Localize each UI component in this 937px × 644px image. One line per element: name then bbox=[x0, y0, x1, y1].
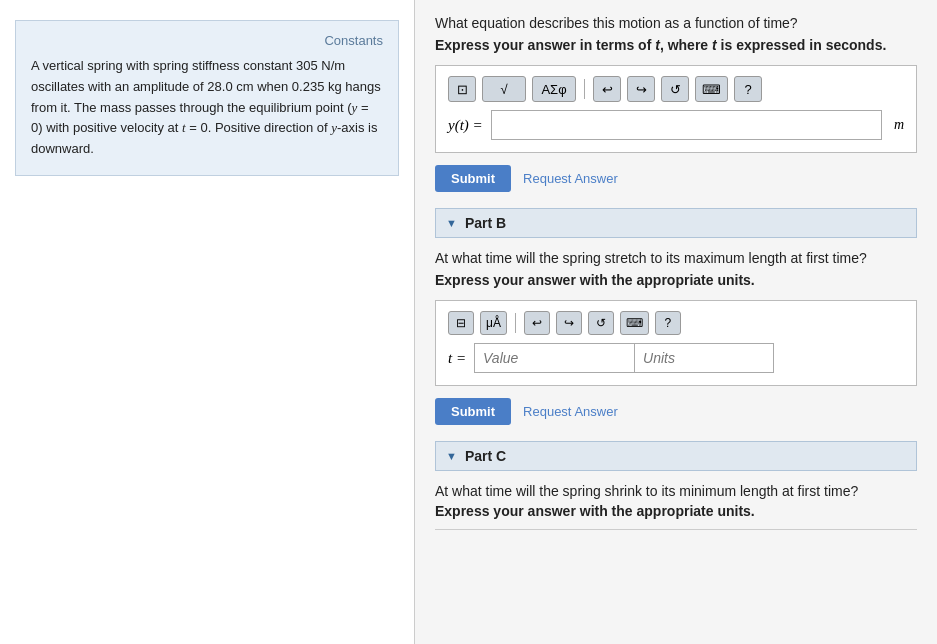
part-a-express: Express your answer in terms of t, where… bbox=[435, 37, 917, 53]
right-panel: What equation describes this motion as a… bbox=[415, 0, 937, 644]
redo-icon: ↪ bbox=[636, 82, 647, 97]
part-b-undo-button[interactable]: ↩ bbox=[524, 311, 550, 335]
part-b-keyboard-icon: ⌨ bbox=[626, 316, 643, 330]
part-b-sep-1 bbox=[515, 313, 516, 333]
part-b-refresh-icon: ↺ bbox=[596, 316, 606, 330]
part-b-actions: Submit Request Answer bbox=[435, 398, 917, 425]
part-b-split-inputs bbox=[474, 343, 774, 373]
toolbar-sep-1 bbox=[584, 79, 585, 99]
part-b-units-input[interactable] bbox=[634, 343, 774, 373]
redo-button[interactable]: ↪ bbox=[627, 76, 655, 102]
symbol-button[interactable]: ΑΣφ bbox=[532, 76, 576, 102]
part-b-matrix-icon: ⊟ bbox=[456, 316, 466, 330]
help-icon: ? bbox=[744, 82, 751, 97]
part-c-section: At what time will the spring shrink to i… bbox=[435, 483, 917, 530]
part-a-input-row: y(t) = m bbox=[448, 110, 904, 140]
keyboard-button[interactable]: ⌨ bbox=[695, 76, 728, 102]
sqrt-button[interactable]: √ bbox=[482, 76, 526, 102]
constants-title: Constants bbox=[31, 33, 383, 48]
part-b-redo-button[interactable]: ↪ bbox=[556, 311, 582, 335]
part-b-question: At what time will the spring stretch to … bbox=[435, 250, 917, 266]
part-c-express: Express your answer with the appropriate… bbox=[435, 503, 917, 519]
part-a-input[interactable] bbox=[491, 110, 882, 140]
part-a-eq-label: y(t) = bbox=[448, 117, 483, 134]
part-b-refresh-button[interactable]: ↺ bbox=[588, 311, 614, 335]
part-a-actions: Submit Request Answer bbox=[435, 165, 917, 192]
part-c-title: Part C bbox=[465, 448, 506, 464]
part-b-eq-label: t = bbox=[448, 350, 466, 367]
part-b-request[interactable]: Request Answer bbox=[523, 404, 618, 419]
part-b-toolbar: ⊟ μÅ ↩ ↪ ↺ ⌨ ? bbox=[448, 311, 904, 335]
constants-box: Constants A vertical spring with spring … bbox=[15, 20, 399, 176]
part-c-header[interactable]: ▼ Part C bbox=[435, 441, 917, 471]
part-b-redo-icon: ↪ bbox=[564, 316, 574, 330]
part-a-toolbar: ⊡ √ ΑΣφ ↩ ↪ ↺ ⌨ ? bbox=[448, 76, 904, 102]
part-b-help-icon: ? bbox=[665, 316, 672, 330]
part-c-question: At what time will the spring shrink to i… bbox=[435, 483, 917, 499]
matrix-button[interactable]: ⊡ bbox=[448, 76, 476, 102]
help-button[interactable]: ? bbox=[734, 76, 762, 102]
part-b-value-input[interactable] bbox=[474, 343, 634, 373]
part-b-help-button[interactable]: ? bbox=[655, 311, 681, 335]
part-b-keyboard-button[interactable]: ⌨ bbox=[620, 311, 649, 335]
part-b-mu-icon: μÅ bbox=[486, 316, 501, 330]
part-a-unit: m bbox=[894, 117, 904, 133]
matrix-icon: ⊡ bbox=[457, 82, 468, 97]
part-c-bottom-line bbox=[435, 529, 917, 530]
part-a-question: What equation describes this motion as a… bbox=[435, 15, 917, 31]
undo-button[interactable]: ↩ bbox=[593, 76, 621, 102]
part-c-arrow: ▼ bbox=[446, 450, 457, 462]
undo-icon: ↩ bbox=[602, 82, 613, 97]
part-a-request[interactable]: Request Answer bbox=[523, 171, 618, 186]
part-b-input-row: t = bbox=[448, 343, 904, 373]
part-b-title: Part B bbox=[465, 215, 506, 231]
part-a-answer-container: ⊡ √ ΑΣφ ↩ ↪ ↺ ⌨ ? bbox=[435, 65, 917, 153]
part-b-express: Express your answer with the appropriate… bbox=[435, 272, 917, 288]
symbol-icon: ΑΣφ bbox=[541, 82, 566, 97]
part-b-mu-button[interactable]: μÅ bbox=[480, 311, 507, 335]
part-b-submit[interactable]: Submit bbox=[435, 398, 511, 425]
part-b-answer-container: ⊟ μÅ ↩ ↪ ↺ ⌨ ? t = bbox=[435, 300, 917, 386]
refresh-icon: ↺ bbox=[670, 82, 681, 97]
part-b-arrow: ▼ bbox=[446, 217, 457, 229]
part-b-matrix-button[interactable]: ⊟ bbox=[448, 311, 474, 335]
keyboard-icon: ⌨ bbox=[702, 82, 721, 97]
left-panel: Constants A vertical spring with spring … bbox=[0, 0, 415, 644]
sqrt-icon: √ bbox=[500, 82, 507, 97]
refresh-button[interactable]: ↺ bbox=[661, 76, 689, 102]
part-a-submit[interactable]: Submit bbox=[435, 165, 511, 192]
problem-text: A vertical spring with spring stiffness … bbox=[31, 56, 383, 160]
part-b-undo-icon: ↩ bbox=[532, 316, 542, 330]
part-b-header[interactable]: ▼ Part B bbox=[435, 208, 917, 238]
